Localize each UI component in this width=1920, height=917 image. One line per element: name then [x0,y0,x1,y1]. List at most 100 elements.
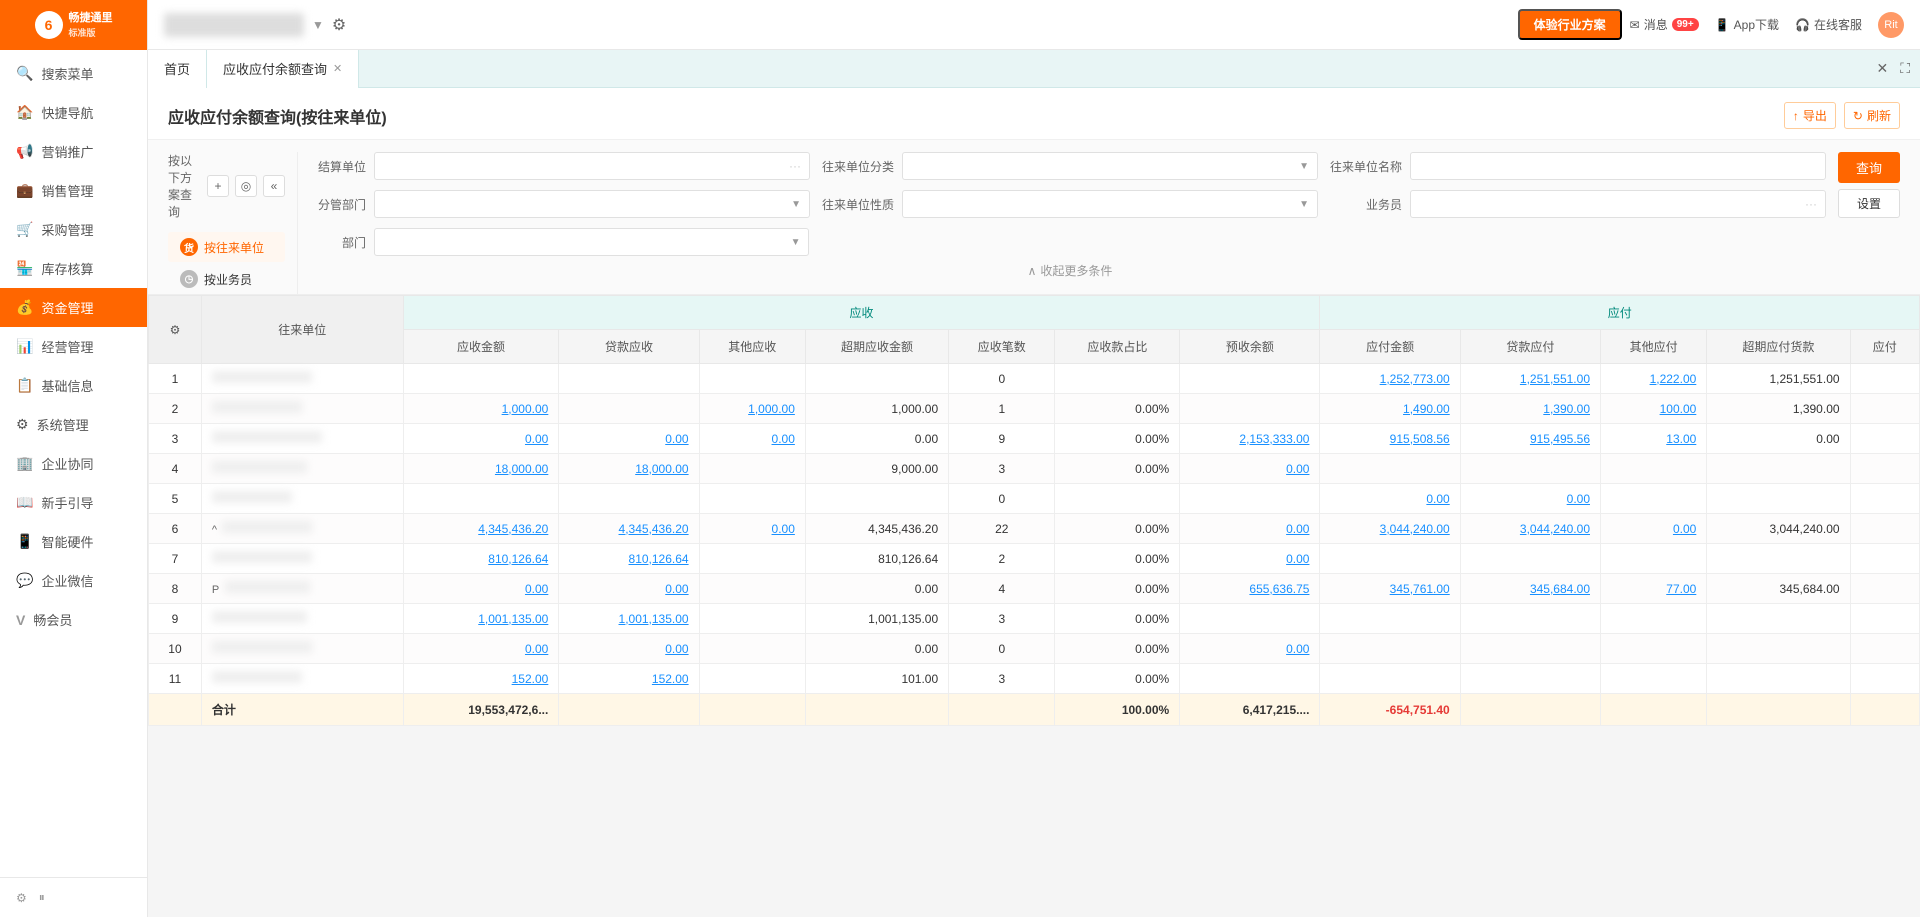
tab-fullscreen-icon[interactable]: ⛶ [1898,58,1912,79]
row-ap-amount [1320,604,1460,634]
sidebar-label-purchase: 采购管理 [41,220,93,239]
sidebar-item-quick-nav[interactable]: 🏠 快捷导航 [0,93,147,132]
sidebar-item-search-menu[interactable]: 🔍 搜索菜单 [0,54,147,93]
row-ar-amount: 0.00 [403,574,559,604]
row-no: 11 [149,664,202,694]
footer-ap-other [1601,694,1707,726]
sidebar-item-smart-hardware[interactable]: 📱 智能硬件 [0,522,147,561]
query-by-unit[interactable]: 货 按往来单位 [168,232,285,262]
sidebar-item-inventory[interactable]: 🏪 库存核算 [0,249,147,288]
sidebar-item-member[interactable]: V 畅会员 [0,600,147,639]
row-ar-prepay: 2,153,333.00 [1180,424,1320,454]
footer-ar-other [699,694,805,726]
unit-category-arrow: ▼ [1299,161,1309,172]
row-ar-amount: 810,126.64 [403,544,559,574]
sidebar-item-sales[interactable]: 💼 销售管理 [0,171,147,210]
query-by-salesman[interactable]: ◷ 按业务员 [168,264,285,294]
row-ar-ratio [1055,484,1180,514]
row-ap-overdue: 345,684.00 [1707,574,1850,604]
table-row: 5 0 0.00 0.00 [149,484,1920,514]
sidebar-item-marketing[interactable]: 📢 营销推广 [0,132,147,171]
app-logo: 6 畅捷通里 标准版 [0,0,147,50]
salesman-dots: ··· [1805,197,1817,211]
row-ap-amount: 915,508.56 [1320,424,1460,454]
row-ar-count: 0 [949,634,1055,664]
dept-input[interactable]: ▼ [374,228,809,256]
ap-extra-header: 应付 [1850,330,1919,364]
row-ar-overdue [805,364,948,394]
sidebar-label-enterprise: 企业协同 [41,454,93,473]
table-row: 10 0.00 0.00 0.00 0 0.00% 0.00 [149,634,1920,664]
table-row: 8 P 0.00 0.00 0.00 4 0.00% 655,636.75 34… [149,574,1920,604]
row-ar-loan: 0.00 [559,574,699,604]
tab-close-window-icon[interactable]: ✕ [1874,58,1890,79]
header-dropdown-icon[interactable]: ▼ [312,18,324,32]
row-ar-amount: 1,000.00 [403,394,559,424]
settlement-unit-dots: ··· [789,159,801,173]
filter-add-btn[interactable]: + [207,175,229,197]
header-settings-icon[interactable]: ⚙ [332,15,346,35]
sidebar-item-capital[interactable]: 💰 资金管理 [0,288,147,327]
ar-loan-header: 贷款应收 [559,330,699,364]
branch-dept-input[interactable]: ▼ [374,190,810,218]
refresh-label: 刷新 [1867,107,1891,124]
app-download-action[interactable]: 📱 App下载 [1715,16,1779,33]
by-salesman-icon: ◷ [180,270,198,288]
settings-button[interactable]: 设置 [1838,189,1900,218]
row-unit [201,604,403,634]
unit-category-input[interactable]: ▼ [902,152,1318,180]
sidebar-item-guide[interactable]: 📖 新手引导 [0,483,147,522]
tab-arbalance[interactable]: 应收应付余额查询 ✕ [207,50,359,88]
row-ar-count: 2 [949,544,1055,574]
row-no: 6 [149,514,202,544]
footer-label: 合计 [201,694,403,726]
row-ar-ratio: 0.00% [1055,664,1180,694]
sidebar-label-sales: 销售管理 [41,181,93,200]
sidebar-item-system[interactable]: ⚙ 系统管理 [0,405,147,444]
row-ar-prepay [1180,364,1320,394]
app-download-label: App下载 [1734,16,1779,33]
sidebar-item-enterprise[interactable]: 🏢 企业协同 [0,444,147,483]
salesman-input[interactable]: ··· [1410,190,1826,218]
message-action[interactable]: ✉ 消息 99+ [1630,16,1699,33]
row-ap-loan: 915,495.56 [1460,424,1600,454]
row-ar-ratio: 0.00% [1055,544,1180,574]
refresh-button[interactable]: ↻ 刷新 [1844,102,1900,129]
sidebar-item-operations[interactable]: 📊 经营管理 [0,327,147,366]
footer-ap-loan [1460,694,1600,726]
tab-home[interactable]: 首页 [148,50,207,88]
tab-close-icon[interactable]: ✕ [333,62,342,75]
row-ar-prepay: 0.00 [1180,514,1320,544]
unit-nature-input[interactable]: ▼ [902,190,1318,218]
wechat-icon: 💬 [16,572,33,589]
filter-target-btn[interactable]: ◎ [235,175,257,197]
sidebar-label-member: 畅会员 [33,610,72,629]
row-ar-prepay: 0.00 [1180,634,1320,664]
collapse-more-btn[interactable]: ∧ 收起更多条件 [1028,262,1113,279]
message-badge: 99+ [1672,18,1699,31]
settlement-unit-input[interactable]: ··· [374,152,810,180]
row-ar-other [699,664,805,694]
sidebar-item-purchase[interactable]: 🛒 采购管理 [0,210,147,249]
settings-col-header[interactable]: ⚙ [149,296,202,364]
query-button[interactable]: 查询 [1838,152,1900,183]
sidebar-label-quick-nav: 快捷导航 [41,103,93,122]
sidebar-label-search-menu: 搜索菜单 [41,64,93,83]
promo-button[interactable]: 体验行业方案 [1518,9,1622,40]
export-button[interactable]: ↑ 导出 [1784,102,1836,129]
page-title: 应收应付余额查询(按往来单位) [168,104,387,128]
settings-bottom-icon[interactable]: ⚙ [16,891,27,905]
row-ar-loan [559,394,699,424]
filter-collapse-btn[interactable]: « [263,175,285,197]
row-ar-ratio: 0.00% [1055,514,1180,544]
user-avatar[interactable]: Rit [1878,12,1904,38]
collapse-sidebar-icon[interactable]: ⏸ [39,890,45,905]
row-unit: P [201,574,403,604]
sidebar-item-wechat[interactable]: 💬 企业微信 [0,561,147,600]
ar-other-header: 其他应收 [699,330,805,364]
unit-name-input[interactable] [1410,152,1826,180]
table-row: 3 0.00 0.00 0.00 0.00 9 0.00% 2,153,333.… [149,424,1920,454]
row-no: 7 [149,544,202,574]
online-service-action[interactable]: 🎧 在线客服 [1795,16,1862,33]
sidebar-item-basic-info[interactable]: 📋 基础信息 [0,366,147,405]
